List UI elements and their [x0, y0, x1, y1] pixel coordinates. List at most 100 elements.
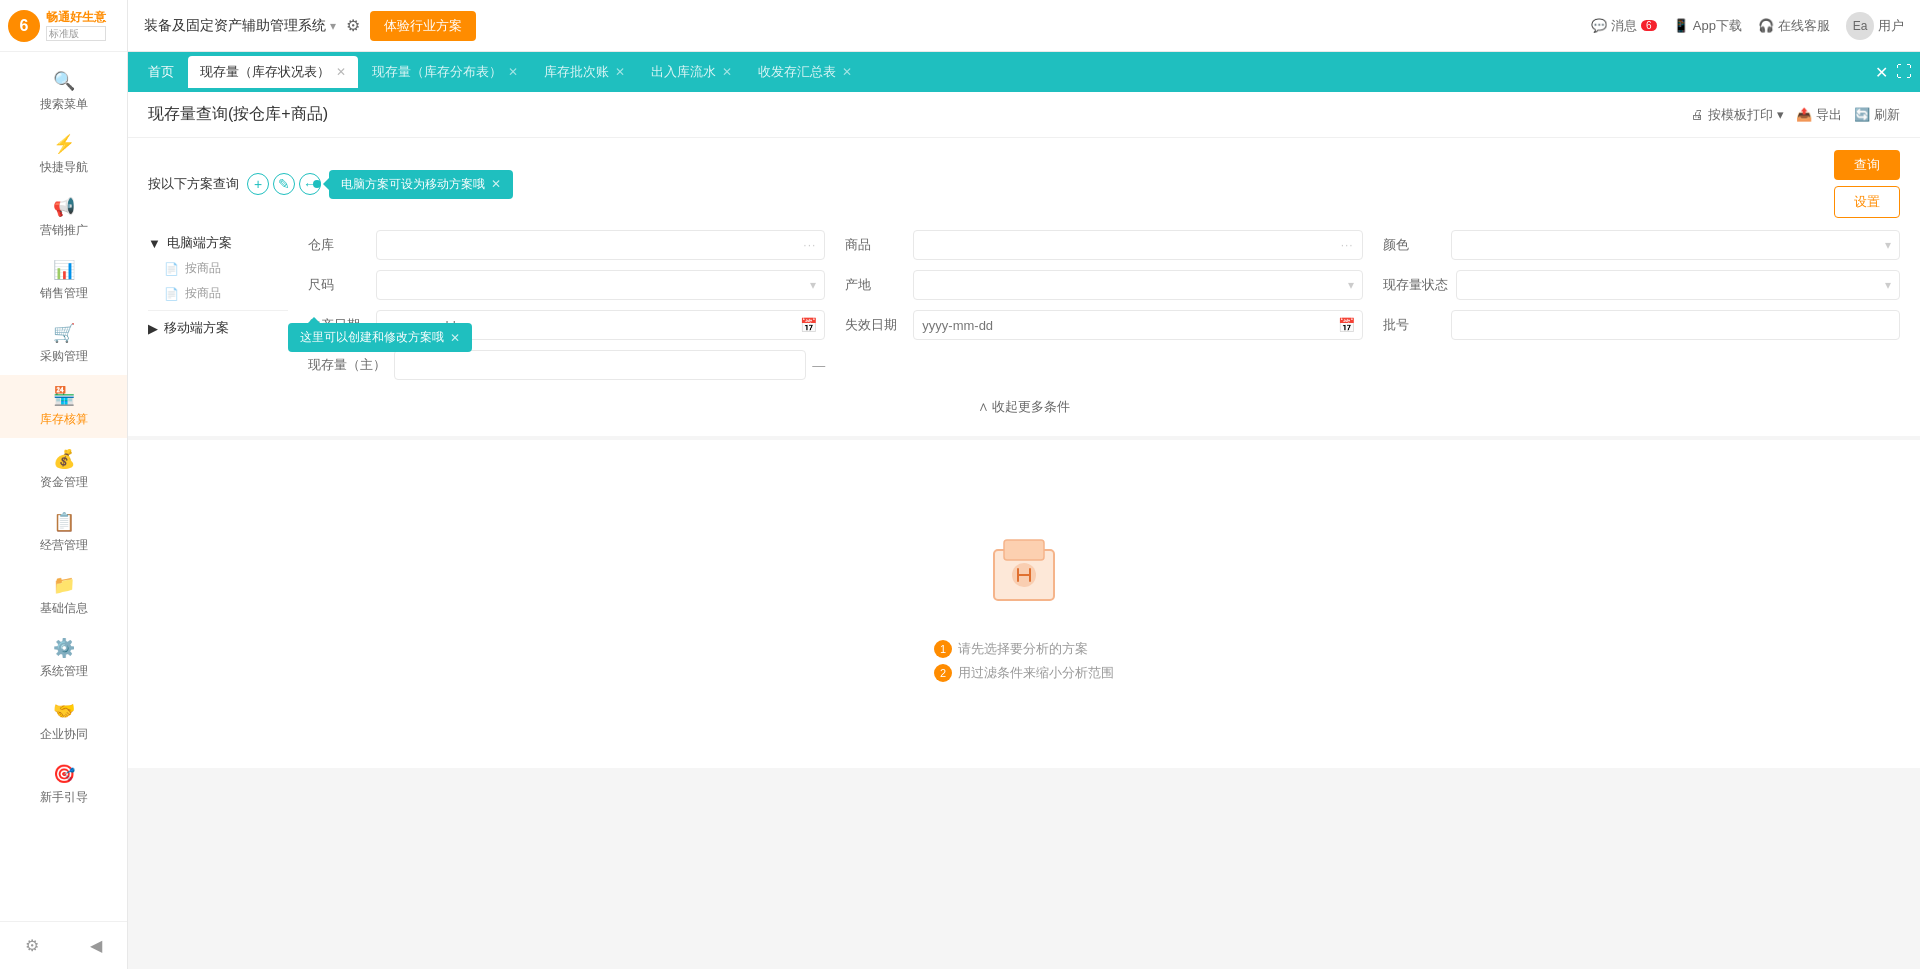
header-settings-icon[interactable]: ⚙ — [346, 16, 360, 35]
top-buttons: 查询 设置 — [1834, 150, 1900, 218]
produce-date-calendar-icon[interactable]: 📅 — [800, 317, 817, 333]
tab-close-batch-account[interactable]: ✕ — [615, 65, 625, 79]
sidebar-settings-icon[interactable]: ⚙ — [21, 932, 43, 959]
sidebar-item-label: 资金管理 — [40, 474, 88, 491]
goods-select[interactable]: ··· — [913, 230, 1362, 260]
tab-close-collect-summary[interactable]: ✕ — [842, 65, 852, 79]
filter-add-btn[interactable]: + — [247, 173, 269, 195]
stock-qty-min[interactable] — [394, 350, 806, 380]
stock-status-select[interactable]: ▾ — [1456, 270, 1900, 300]
sidebar-item-label: 销售管理 — [40, 285, 88, 302]
scheme-tooltip2-text: 这里可以创建和修改方案哦 — [300, 329, 444, 346]
tab-close-inventory-dist[interactable]: ✕ — [508, 65, 518, 79]
tab-inventory-status[interactable]: 现存量（库存状况表） ✕ — [188, 56, 358, 88]
scheme-pc-item1[interactable]: 📄 按商品 — [164, 256, 288, 281]
origin-select[interactable]: ▾ — [913, 270, 1362, 300]
trial-button[interactable]: 体验行业方案 — [370, 11, 476, 41]
collapse-label: 收起更多条件 — [992, 399, 1070, 414]
sidebar-item-inventory[interactable]: 🏪 库存核算 — [0, 375, 127, 438]
system-name-select[interactable]: 装备及固定资产辅助管理系统 ▾ — [144, 17, 336, 35]
warehouse-dots: ··· — [803, 238, 816, 252]
export-btn[interactable]: 📤 导出 — [1796, 106, 1842, 124]
sidebar-item-quick[interactable]: ⚡ 快捷导航 — [0, 123, 127, 186]
filter-area: 按以下方案查询 + ✎ ← 电脑 — [128, 138, 1920, 436]
tab-close-inventory-status[interactable]: ✕ — [336, 65, 346, 79]
tab-inventory-dist-label: 现存量（库存分布表） — [372, 63, 502, 81]
filter-edit-btn[interactable]: ✎ — [273, 173, 295, 195]
sidebar-collapse-icon[interactable]: ◀ — [86, 932, 106, 959]
sidebar-item-label: 新手引导 — [40, 789, 88, 806]
tip2-text: 用过滤条件来缩小分析范围 — [958, 664, 1114, 682]
filter-row3: 生产日期 📅 失效日期 📅 — [308, 310, 1900, 340]
batch-input[interactable] — [1451, 310, 1900, 340]
export-icon: 📤 — [1796, 107, 1812, 122]
scheme-mobile-arrow: ▶ — [148, 321, 158, 336]
search-button[interactable]: 查询 — [1834, 150, 1900, 180]
scheme-pc-parent[interactable]: ▼ 电脑端方案 — [148, 230, 288, 256]
logo-icon: 6 — [8, 10, 40, 42]
print-template-btn[interactable]: 🖨 按模板打印 ▾ — [1691, 106, 1784, 124]
message-label: 消息 — [1611, 17, 1637, 35]
top-header: 装备及固定资产辅助管理系统 ▾ ⚙ 体验行业方案 💬 消息 6 📱 App下载 … — [128, 0, 1920, 52]
scheme-tooltip: 电脑方案可设为移动方案哦 ✕ — [329, 170, 513, 199]
service-icon: 🎧 — [1758, 18, 1774, 33]
page-title: 现存量查询(按仓库+商品) — [148, 104, 328, 125]
sidebar-item-search[interactable]: 🔍 搜索菜单 — [0, 60, 127, 123]
tab-batch-account[interactable]: 库存批次账 ✕ — [532, 56, 637, 88]
tab-inout-flow[interactable]: 出入库流水 ✕ — [639, 56, 744, 88]
online-service-action[interactable]: 🎧 在线客服 — [1758, 17, 1830, 35]
system-nav-icon: ⚙️ — [53, 637, 75, 659]
app-download-action[interactable]: 📱 App下载 — [1673, 17, 1742, 35]
refresh-btn[interactable]: 🔄 刷新 — [1854, 106, 1900, 124]
sidebar-item-enterprise[interactable]: 🤝 企业协同 — [0, 690, 127, 753]
size-label: 尺码 — [308, 276, 368, 294]
tab-collect-summary-label: 收发存汇总表 — [758, 63, 836, 81]
scheme-pc-item2[interactable]: 📄 按商品 — [164, 281, 288, 306]
scheme-tooltip-close[interactable]: ✕ — [491, 177, 501, 191]
sidebar-item-sales[interactable]: 📊 销售管理 — [0, 249, 127, 312]
tab-close-inout-flow[interactable]: ✕ — [722, 65, 732, 79]
collapse-row[interactable]: ∧ 收起更多条件 — [148, 390, 1900, 424]
tab-bar-right: ✕ ⛶ — [1875, 63, 1912, 82]
sidebar-item-purchase[interactable]: 🛒 采购管理 — [0, 312, 127, 375]
chevron-down-icon: ▾ — [330, 19, 336, 33]
scheme-mobile-parent[interactable]: ▶ 移动端方案 — [148, 315, 288, 341]
sidebar-item-guide[interactable]: 🎯 新手引导 — [0, 753, 127, 816]
scheme-panel: ▼ 电脑端方案 📄 按商品 📄 按商品 — [148, 230, 288, 390]
scheme-tooltip2-close[interactable]: ✕ — [450, 331, 460, 345]
guide-nav-icon: 🎯 — [53, 763, 75, 785]
scheme-separator — [148, 310, 288, 311]
range-dash: — — [812, 358, 825, 373]
enterprise-nav-icon: 🤝 — [53, 700, 75, 722]
scheme-pc-item2-icon: 📄 — [164, 287, 179, 301]
sidebar-item-system[interactable]: ⚙️ 系统管理 — [0, 627, 127, 690]
size-select[interactable]: ▾ — [376, 270, 825, 300]
tab-inventory-dist[interactable]: 现存量（库存分布表） ✕ — [360, 56, 530, 88]
filter-field-stock-status: 现存量状态 ▾ — [1383, 270, 1900, 300]
sidebar-item-basic[interactable]: 📁 基础信息 — [0, 564, 127, 627]
expire-date-start[interactable] — [913, 310, 1362, 340]
message-action[interactable]: 💬 消息 6 — [1591, 17, 1657, 35]
tab-close-all-icon[interactable]: ✕ — [1875, 63, 1888, 82]
tab-maximize-icon[interactable]: ⛶ — [1896, 63, 1912, 82]
online-service-label: 在线客服 — [1778, 17, 1830, 35]
tab-collect-summary[interactable]: 收发存汇总表 ✕ — [746, 56, 864, 88]
settings-button[interactable]: 设置 — [1834, 186, 1900, 218]
sidebar-item-finance[interactable]: 💰 资金管理 — [0, 438, 127, 501]
sales-nav-icon: 📊 — [53, 259, 75, 281]
scheme-tooltip2: 这里可以创建和修改方案哦 ✕ — [288, 323, 472, 352]
warehouse-select[interactable]: ··· — [376, 230, 825, 260]
tab-home-label: 首页 — [148, 63, 174, 81]
print-dropdown-icon: ▾ — [1777, 107, 1784, 122]
sidebar-item-label: 采购管理 — [40, 348, 88, 365]
warehouse-label: 仓库 — [308, 236, 368, 254]
sidebar-item-operation[interactable]: 📋 经营管理 — [0, 501, 127, 564]
user-action[interactable]: Ea 用户 — [1846, 12, 1904, 40]
sidebar-item-marketing[interactable]: 📢 营销推广 — [0, 186, 127, 249]
sidebar-item-label: 系统管理 — [40, 663, 88, 680]
scheme-pc-children: 📄 按商品 📄 按商品 — [148, 256, 288, 306]
quick-nav-icon: ⚡ — [53, 133, 75, 155]
expire-date-calendar-icon[interactable]: 📅 — [1338, 317, 1355, 333]
color-select[interactable]: ▾ — [1451, 230, 1900, 260]
tab-home[interactable]: 首页 — [136, 56, 186, 88]
